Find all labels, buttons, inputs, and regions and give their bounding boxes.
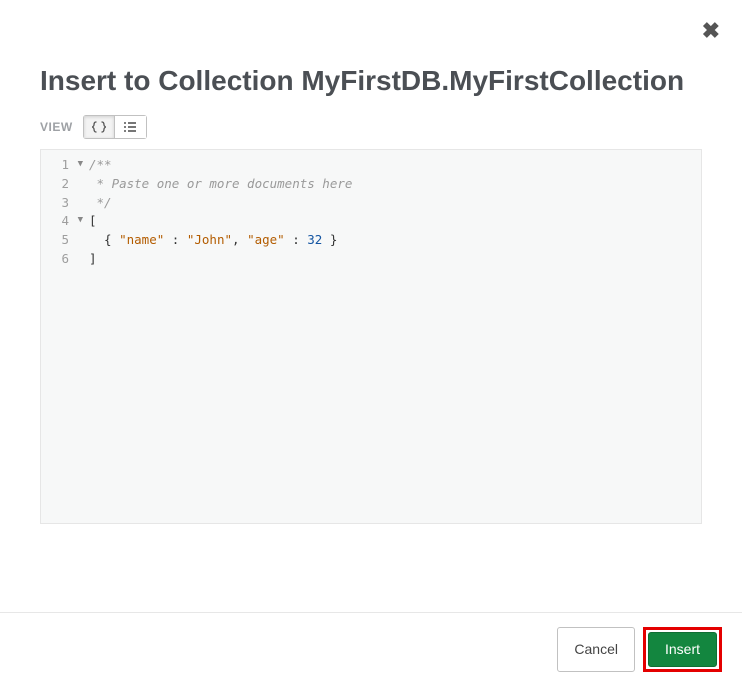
editor-line: 2 * Paste one or more documents here bbox=[41, 175, 701, 194]
line-code: ] bbox=[75, 250, 97, 269]
braces-icon bbox=[92, 121, 106, 133]
editor-line: 4▼[ bbox=[41, 212, 701, 231]
line-code: { "name" : "John", "age" : 32 } bbox=[75, 231, 337, 250]
line-code: */ bbox=[75, 194, 112, 213]
view-toggle-group bbox=[83, 115, 147, 139]
dialog-title: Insert to Collection MyFirstDB.MyFirstCo… bbox=[40, 65, 702, 97]
line-number: 3 bbox=[41, 194, 75, 213]
view-label: VIEW bbox=[40, 120, 73, 134]
fold-icon[interactable]: ▼ bbox=[78, 214, 83, 228]
document-editor[interactable]: 1▼/**2 * Paste one or more documents her… bbox=[40, 149, 702, 524]
line-number: 4▼ bbox=[41, 212, 75, 231]
editor-line: 3 */ bbox=[41, 194, 701, 213]
dialog-footer: Cancel Insert bbox=[0, 612, 742, 686]
line-code: * Paste one or more documents here bbox=[75, 175, 352, 194]
insert-button[interactable]: Insert bbox=[648, 632, 717, 667]
close-icon[interactable]: ✖ bbox=[702, 20, 720, 42]
insert-button-highlight: Insert bbox=[643, 627, 722, 672]
line-number: 1▼ bbox=[41, 156, 75, 175]
list-view-toggle[interactable] bbox=[115, 115, 147, 139]
list-icon bbox=[123, 121, 137, 133]
line-number: 6 bbox=[41, 250, 75, 269]
line-number: 5 bbox=[41, 231, 75, 250]
editor-line: 1▼/** bbox=[41, 156, 701, 175]
cancel-button[interactable]: Cancel bbox=[557, 627, 635, 672]
editor-line: 6] bbox=[41, 250, 701, 269]
json-view-toggle[interactable] bbox=[83, 115, 115, 139]
line-number: 2 bbox=[41, 175, 75, 194]
fold-icon[interactable]: ▼ bbox=[78, 158, 83, 172]
editor-line: 5 { "name" : "John", "age" : 32 } bbox=[41, 231, 701, 250]
view-mode-row: VIEW bbox=[40, 115, 702, 139]
